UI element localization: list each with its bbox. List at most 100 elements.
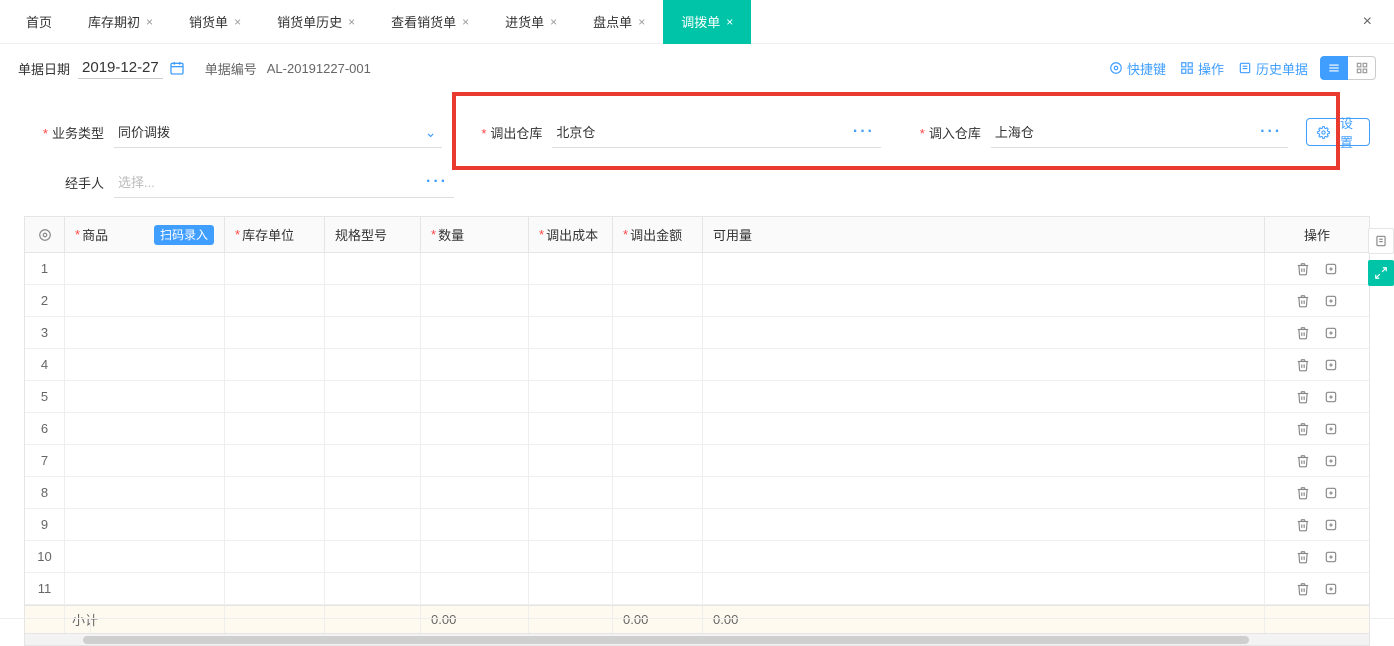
cell-unit[interactable] <box>225 349 325 380</box>
cell-unit[interactable] <box>225 253 325 284</box>
cell-cost[interactable] <box>529 253 613 284</box>
cell-product[interactable] <box>65 253 225 284</box>
cell-cost[interactable] <box>529 477 613 508</box>
cell-amount[interactable] <box>613 285 703 316</box>
tab-home[interactable]: 首页 <box>8 0 70 44</box>
horizontal-scrollbar[interactable] <box>25 633 1369 645</box>
to-warehouse-field[interactable]: 调入仓库 上海仓 ··· <box>901 116 1288 148</box>
delete-icon[interactable] <box>1296 326 1310 340</box>
operate-link[interactable]: 操作 <box>1180 59 1224 78</box>
list-view-toggle[interactable] <box>1320 56 1348 80</box>
handler-field[interactable]: 经手人 选择... ··· <box>24 166 454 198</box>
cell-amount[interactable] <box>613 413 703 444</box>
close-icon[interactable]: × <box>348 15 355 29</box>
biz-type-field[interactable]: 业务类型 同价调拨 ⌄ <box>24 116 442 148</box>
add-icon[interactable] <box>1324 582 1338 596</box>
cell-unit[interactable] <box>225 477 325 508</box>
cell-qty[interactable] <box>421 413 529 444</box>
cell-amount[interactable] <box>613 381 703 412</box>
cell-spec[interactable] <box>325 445 421 476</box>
cell-qty[interactable] <box>421 285 529 316</box>
cell-product[interactable] <box>65 349 225 380</box>
cell-unit[interactable] <box>225 541 325 572</box>
cell-spec[interactable] <box>325 413 421 444</box>
tab-sales-order[interactable]: 销货单× <box>171 0 259 44</box>
cell-cost[interactable] <box>529 381 613 412</box>
table-row[interactable]: 9 <box>25 509 1369 541</box>
cell-cost[interactable] <box>529 445 613 476</box>
table-row[interactable]: 11 <box>25 573 1369 605</box>
cell-product[interactable] <box>65 381 225 412</box>
from-warehouse-field[interactable]: 调出仓库 北京仓 ··· <box>462 116 880 148</box>
add-icon[interactable] <box>1324 550 1338 564</box>
table-row[interactable]: 10 <box>25 541 1369 573</box>
table-row[interactable]: 5 <box>25 381 1369 413</box>
delete-icon[interactable] <box>1296 454 1310 468</box>
cell-qty[interactable] <box>421 573 529 604</box>
cell-amount[interactable] <box>613 349 703 380</box>
add-icon[interactable] <box>1324 358 1338 372</box>
delete-icon[interactable] <box>1296 358 1310 372</box>
tab-view-sales[interactable]: 查看销货单× <box>373 0 487 44</box>
cell-qty[interactable] <box>421 509 529 540</box>
calendar-icon[interactable] <box>169 60 185 76</box>
cell-qty[interactable] <box>421 381 529 412</box>
cell-amount[interactable] <box>613 541 703 572</box>
cell-product[interactable] <box>65 285 225 316</box>
to-warehouse-value[interactable]: 上海仓 <box>991 116 1288 148</box>
date-value[interactable]: 2019-12-27 <box>78 57 163 79</box>
cell-product[interactable] <box>65 509 225 540</box>
add-icon[interactable] <box>1324 390 1338 404</box>
cell-amount[interactable] <box>613 509 703 540</box>
cell-qty[interactable] <box>421 317 529 348</box>
cell-qty[interactable] <box>421 349 529 380</box>
cell-unit[interactable] <box>225 573 325 604</box>
cell-spec[interactable] <box>325 541 421 572</box>
expand-float-button[interactable] <box>1368 260 1394 286</box>
cell-unit[interactable] <box>225 381 325 412</box>
close-icon[interactable]: × <box>462 15 469 29</box>
close-icon[interactable]: × <box>726 15 733 29</box>
add-icon[interactable] <box>1324 518 1338 532</box>
close-all-tabs[interactable]: × <box>1349 13 1386 31</box>
delete-icon[interactable] <box>1296 582 1310 596</box>
delete-icon[interactable] <box>1296 550 1310 564</box>
delete-icon[interactable] <box>1296 518 1310 532</box>
cell-amount[interactable] <box>613 253 703 284</box>
settings-button[interactable]: 设置 <box>1306 118 1370 146</box>
cell-unit[interactable] <box>225 317 325 348</box>
add-icon[interactable] <box>1324 294 1338 308</box>
history-link[interactable]: 历史单据 <box>1238 59 1308 78</box>
more-icon[interactable]: ··· <box>1260 123 1282 141</box>
add-icon[interactable] <box>1324 326 1338 340</box>
cell-spec[interactable] <box>325 381 421 412</box>
cell-product[interactable] <box>65 573 225 604</box>
add-icon[interactable] <box>1324 454 1338 468</box>
cell-product[interactable] <box>65 541 225 572</box>
tab-inventory-init[interactable]: 库存期初× <box>70 0 171 44</box>
cell-amount[interactable] <box>613 573 703 604</box>
cell-cost[interactable] <box>529 573 613 604</box>
tab-transfer[interactable]: 调拨单× <box>663 0 751 44</box>
table-row[interactable]: 1 <box>25 253 1369 285</box>
cell-product[interactable] <box>65 445 225 476</box>
cell-spec[interactable] <box>325 573 421 604</box>
cell-product[interactable] <box>65 477 225 508</box>
add-icon[interactable] <box>1324 486 1338 500</box>
cell-amount[interactable] <box>613 445 703 476</box>
delete-icon[interactable] <box>1296 486 1310 500</box>
table-row[interactable]: 8 <box>25 477 1369 509</box>
cell-cost[interactable] <box>529 317 613 348</box>
tab-purchase[interactable]: 进货单× <box>487 0 575 44</box>
chevron-down-icon[interactable]: ⌄ <box>425 124 437 141</box>
delete-icon[interactable] <box>1296 422 1310 436</box>
close-icon[interactable]: × <box>550 15 557 29</box>
cell-unit[interactable] <box>225 413 325 444</box>
cell-cost[interactable] <box>529 413 613 444</box>
cell-product[interactable] <box>65 317 225 348</box>
table-row[interactable]: 4 <box>25 349 1369 381</box>
delete-icon[interactable] <box>1296 390 1310 404</box>
cell-cost[interactable] <box>529 541 613 572</box>
more-icon[interactable]: ··· <box>853 123 875 141</box>
cell-unit[interactable] <box>225 445 325 476</box>
